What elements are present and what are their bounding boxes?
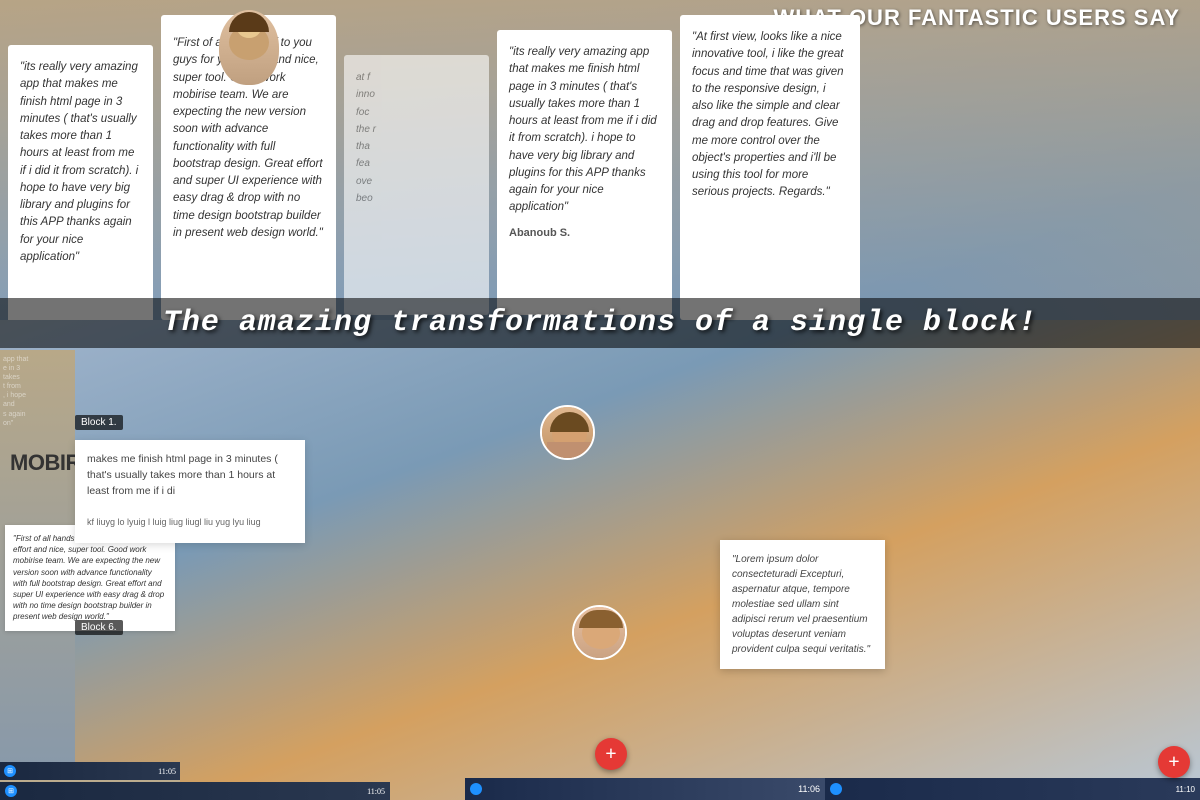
avatar-1 bbox=[540, 405, 595, 460]
taskbar-time-4: 11:06 bbox=[798, 784, 820, 794]
testimonial-card-1: "its really very amazing app that makes … bbox=[8, 45, 153, 320]
testimonial-text-4: "its really very amazing app that makes … bbox=[509, 46, 657, 213]
card-author-4: Abanoub S. bbox=[509, 225, 660, 242]
taskbar-panel4: 11:06 bbox=[465, 778, 825, 800]
mini-testimonial-left-text: "First of all hands off to you guys for … bbox=[13, 534, 164, 621]
windows-icon-2: ⊞ bbox=[5, 785, 17, 797]
overlay-title-bar: The amazing transformations of a single … bbox=[0, 298, 1200, 348]
block-label-6: Block 6. bbox=[75, 620, 123, 635]
add-block-button-1[interactable]: + bbox=[595, 738, 627, 770]
taskbar-icon-5 bbox=[830, 783, 842, 795]
edit-text-2: kf liuyg lo lyuig l luig liug liugl liu … bbox=[87, 517, 261, 527]
testimonial-text-1: "its really very amazing app that makes … bbox=[20, 61, 138, 263]
testimonial-text-5: "At first view, looks like a nice innova… bbox=[692, 31, 844, 198]
overlay-title-text: The amazing transformations of a single … bbox=[163, 306, 1037, 340]
windows-icon: ⊞ bbox=[4, 765, 16, 777]
taskbar-panel3: ⊞ 11:05 bbox=[0, 782, 390, 800]
testimonial-text-3-partial: at finnofocthe rthafeaovebeo bbox=[356, 72, 376, 204]
bottom-section: app thate in 3takest from, i hopeands ag… bbox=[0, 350, 1200, 800]
taskbar-icon-4 bbox=[470, 783, 482, 795]
lorem-text: "Lorem ipsum dolor consecteturadi Except… bbox=[732, 554, 870, 655]
taskbar-panel2: ⊞ 11:05 bbox=[0, 762, 180, 780]
taskbar-time-2: 11:05 bbox=[367, 787, 385, 796]
block-label-1: Block 1. bbox=[75, 415, 123, 430]
testimonial-card-4: "its really very amazing app that makes … bbox=[497, 30, 672, 315]
lorem-card: "Lorem ipsum dolor consecteturadi Except… bbox=[720, 540, 885, 669]
add-block-button-2[interactable]: + bbox=[1158, 746, 1190, 778]
top-testimonials-section: WHAT OUR FANTASTIC USERS SAY "its really… bbox=[0, 0, 1200, 320]
taskbar-panel5: 11:10 bbox=[825, 778, 1200, 800]
testimonial-card-2: "First of all hands off to you guys for … bbox=[161, 15, 336, 320]
taskbar-time-5: 11:10 bbox=[1176, 785, 1195, 794]
edit-text-1: makes me finish html page in 3 minutes (… bbox=[87, 453, 278, 497]
testimonial-card-5: "At first view, looks like a nice innova… bbox=[680, 15, 860, 320]
taskbar-time-1: 11:05 bbox=[158, 767, 176, 776]
avatar-top-2 bbox=[219, 10, 279, 85]
edit-card-content: makes me finish html page in 3 minutes (… bbox=[75, 440, 305, 543]
avatar-2 bbox=[572, 605, 627, 660]
testimonial-card-3: at finnofocthe rthafeaovebeo bbox=[344, 55, 489, 315]
